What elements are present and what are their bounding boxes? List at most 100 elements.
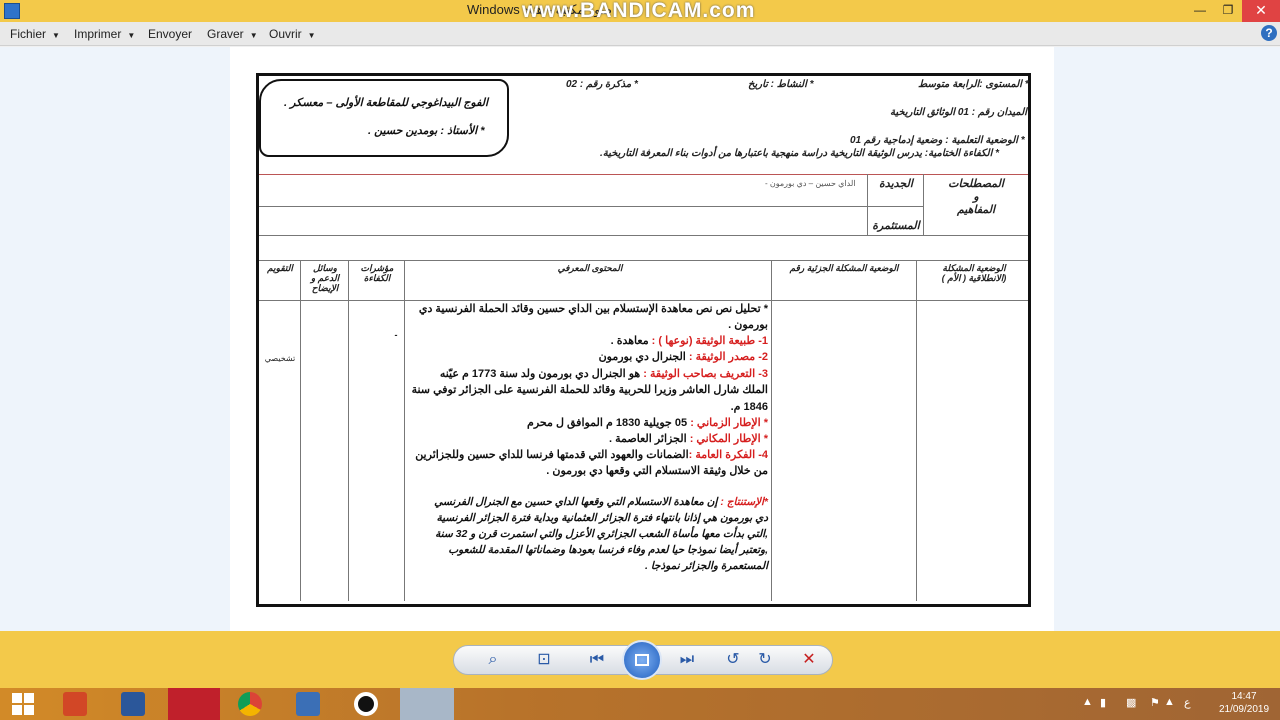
chevron-down-icon: ▼ (249, 31, 258, 40)
new-terms-value: الداي حسين – دي بورمون - (765, 179, 856, 188)
start-button[interactable] (12, 693, 34, 715)
partial-situation-header: الوضعية المشكلة الجزئية رقم (789, 263, 899, 273)
rotate-ccw-icon[interactable]: ↺ (720, 648, 746, 672)
photo-viewer-task-icon[interactable] (400, 688, 454, 720)
document-app-icon[interactable] (296, 692, 320, 716)
menu-fichier[interactable]: Fichier ▼ (10, 27, 60, 41)
flag-icon[interactable]: ⚑ (1150, 696, 1160, 709)
bandicam-watermark: www.BANDICAM.com (522, 0, 756, 22)
menu-fichier-label: Fichier (10, 27, 47, 41)
divider (259, 174, 1028, 175)
evaluation-value: تشخيصي (264, 354, 296, 363)
opera-icon[interactable] (168, 688, 220, 720)
slideshow-icon (635, 654, 649, 666)
bandicam-record-icon[interactable] (354, 692, 378, 716)
terms-header: المصطلحات و المفاهيم (944, 178, 1008, 217)
taskbar-clock[interactable]: 14:47 21/09/2019 (1214, 690, 1274, 716)
continuous-terms-label: المستثمرة (872, 220, 920, 232)
menu-imprimer-label: Imprimer (74, 27, 122, 41)
previous-icon[interactable]: ⏮ (582, 648, 612, 672)
network-icon[interactable]: ▮ (1100, 696, 1106, 709)
field-text: الميدان رقم : 01 الوثائق التاريخية (890, 107, 1027, 118)
menu-ouvrir[interactable]: Ouvrir ▼ (269, 27, 316, 41)
item-1: 1- طبيعة الوثيقة (نوعها ) : معاهدة . (611, 334, 768, 347)
divider (259, 235, 1028, 236)
activity-text: * النشاط : تاريخ (748, 79, 814, 90)
divider (867, 174, 868, 235)
place-frame: * الإطار المكاني : الجزائر العاصمة . (609, 432, 768, 445)
zoom-icon[interactable]: ⌕ (478, 648, 508, 672)
slideshow-button[interactable] (622, 640, 662, 680)
tray-expand-icon[interactable]: ▲ (1082, 696, 1093, 708)
photo-viewer-app-icon (4, 3, 20, 19)
menu-envoyer-label: Envoyer (148, 27, 193, 41)
divider (300, 260, 301, 601)
item-4-line-2: من خلال وثيقة الاستسلام التي وقعها دي بو… (546, 465, 768, 477)
input-language[interactable]: ع (1184, 696, 1191, 709)
indicators-header: مؤشرات الكفاءة (360, 263, 394, 283)
menu-graver[interactable]: Graver ▼ (207, 27, 258, 41)
chevron-down-icon: ▼ (127, 31, 136, 40)
item-3: 3- التعريف بصاحب الوثيقة : هو الجنرال دي… (440, 367, 768, 380)
chevron-down-icon: ▼ (52, 31, 60, 40)
chrome-icon[interactable] (238, 692, 262, 716)
time-frame: * الإطار الزماني : 05 جويلية 1830 م المو… (527, 416, 768, 429)
divider (259, 206, 924, 207)
indicator-mark: - (394, 330, 398, 340)
bubble-line-2: * الأستاذ : بومدين حسين . (368, 125, 485, 137)
item-1-label: 1- طبيعة الوثيقة (نوعها ) : (651, 335, 768, 347)
item-1-value: معاهدة . (610, 335, 649, 347)
menu-graver-label: Graver (207, 27, 244, 41)
rotate-cw-icon[interactable]: ↻ (752, 648, 778, 672)
divider (923, 174, 924, 235)
learning-situation-text: * الوضعية التعلمية : وضعية إدماجية رقم 0… (850, 135, 1025, 146)
menu-imprimer[interactable]: Imprimer ▼ (74, 27, 135, 41)
chevron-down-icon: ▼ (307, 31, 316, 40)
memo-text: * مذكرة رقم : 02 (566, 79, 638, 90)
clock-date: 21/09/2019 (1218, 704, 1270, 715)
means-header: وسائل الدعم و الإيضاح (310, 263, 340, 293)
time-frame-label: * الإطار الزماني : (690, 417, 768, 429)
item-4-label: 4- الفكرة العامة : (688, 449, 768, 461)
windows-logo-icon (24, 705, 34, 715)
minimize-button[interactable]: — (1186, 0, 1214, 22)
help-icon[interactable]: ? (1261, 25, 1277, 41)
clock-time: 14:47 (1231, 691, 1257, 702)
place-frame-label: * الإطار المكاني : (689, 433, 768, 445)
delete-icon[interactable]: ✕ (796, 648, 822, 672)
menu-bar: Fichier ▼ Imprimer ▼ Envoyer Graver ▼ Ouvri… (0, 22, 1280, 46)
windows-logo-icon (24, 693, 34, 703)
conclusion-line-5: المستعمرة والجزائر نموذجا . (645, 560, 768, 572)
conclusion-line-1: *الإستنتاج : إن معاهدة الاستسلام التي وق… (434, 496, 768, 508)
item-3-value: هو الجنرال دي بورمون ولد سنة 1773 م عيّن… (439, 368, 641, 380)
terms-header-line1: المصطلحات (948, 178, 1004, 190)
next-icon[interactable]: ⏭ (672, 648, 702, 672)
time-frame-value: 05 جويلية 1830 م الموافق ل محرم (527, 417, 688, 429)
close-button[interactable]: ✕ (1242, 0, 1280, 22)
teacher-bubble (259, 79, 509, 157)
windows-logo-icon (12, 693, 22, 703)
item-4: 4- الفكرة العامة :الضمانات والعهود التي … (415, 448, 768, 461)
maximize-button[interactable]: ❐ (1214, 0, 1242, 22)
bubble-line-1: الفوج البيداغوجي للمقاطعة الأولى – معسكر… (284, 97, 489, 109)
divider (259, 300, 1028, 301)
volume-icon[interactable]: ▲ (1164, 696, 1175, 708)
item-4-value: الضمانات والعهود التي قدمتها فرنسا للداي… (415, 449, 689, 461)
menu-envoyer[interactable]: Envoyer (148, 27, 192, 41)
evaluation-header: التقويم (267, 263, 293, 273)
word-icon[interactable] (121, 692, 145, 716)
item-3-label: 3- التعريف بصاحب الوثيقة : (643, 368, 768, 380)
content-header: المحتوى المعرفي (557, 263, 623, 273)
divider (259, 260, 1028, 261)
title-bar: Windows صور مكتبة - هناد www.BANDICAM.co… (0, 0, 1280, 22)
new-terms-label: الجديدة (879, 178, 913, 190)
divider (916, 260, 917, 601)
item-2-value: الجنرال دي بورمون (598, 351, 686, 363)
powerpoint-icon[interactable] (63, 692, 87, 716)
actual-size-icon[interactable]: ⊡ (530, 648, 558, 672)
battery-icon[interactable]: ▩ (1126, 696, 1136, 709)
terms-header-line3: المفاهيم (956, 204, 996, 216)
conclusion-label: *الإستنتاج : (720, 496, 768, 508)
item-2-label: 2- مصدر الوثيقة : (688, 351, 768, 363)
windows-logo-icon (12, 705, 22, 715)
